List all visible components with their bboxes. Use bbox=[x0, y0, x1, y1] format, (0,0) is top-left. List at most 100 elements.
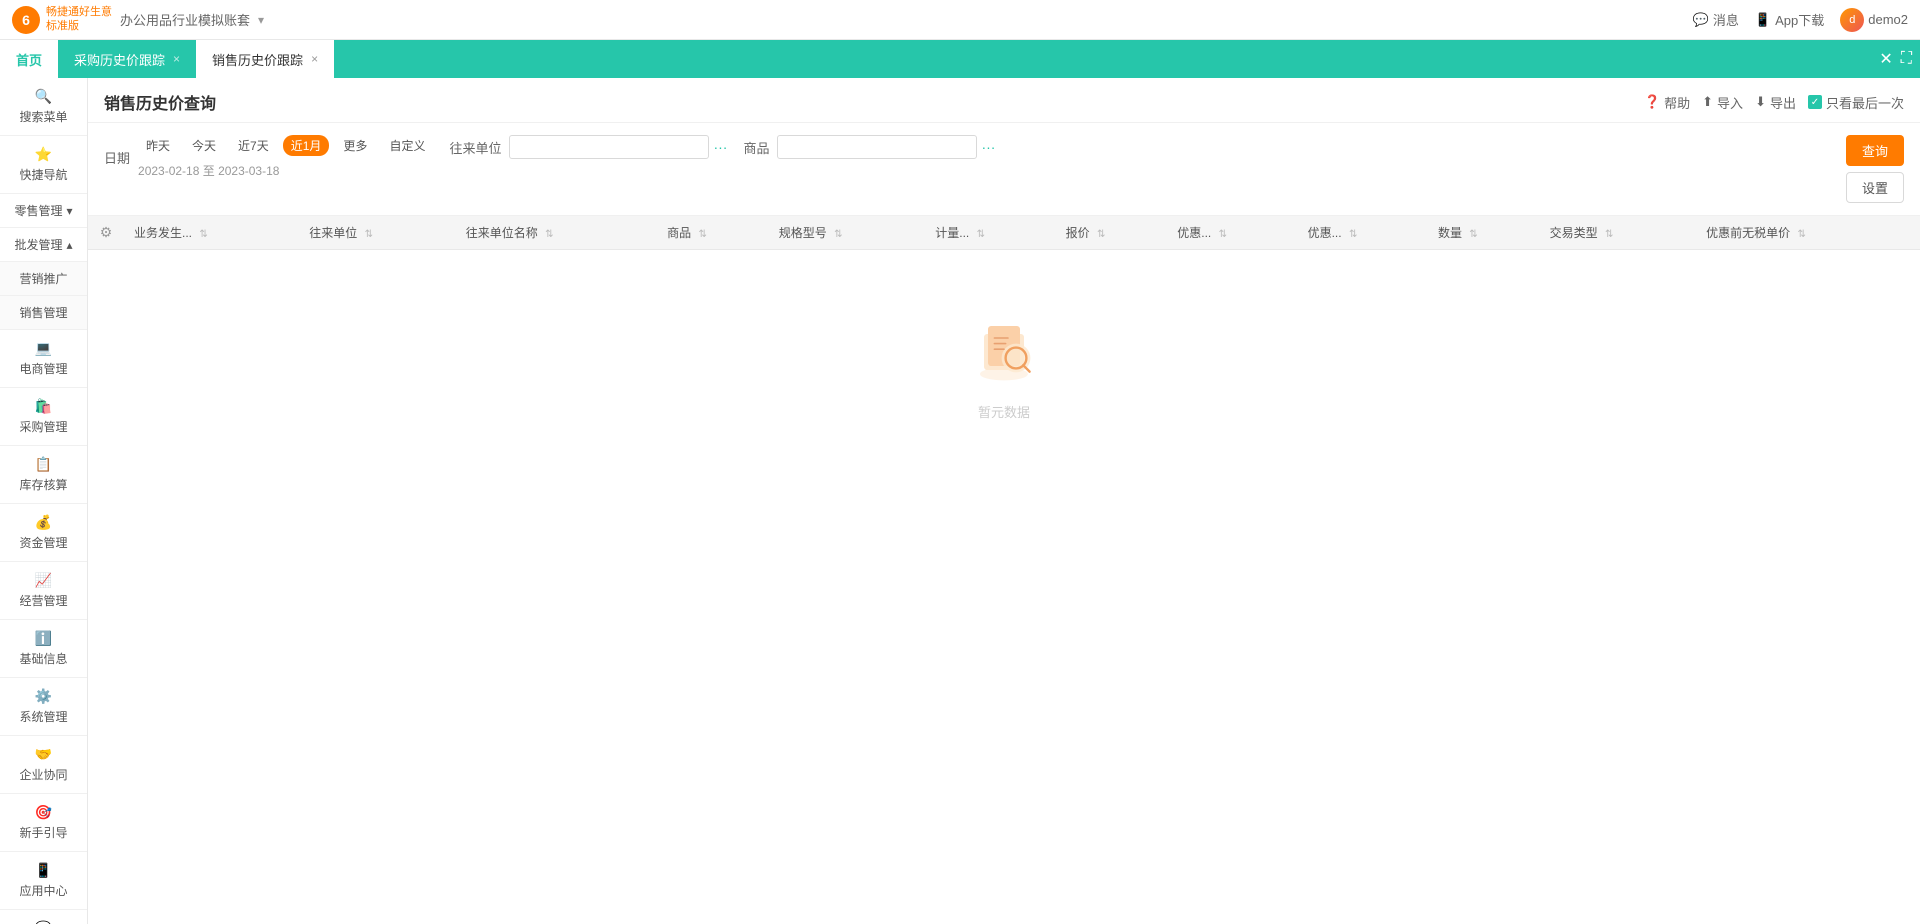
col-spec-label: 规格型号 bbox=[779, 226, 827, 240]
date-option-yesterday[interactable]: 昨天 bbox=[138, 135, 178, 156]
sidebar-item-wholesale[interactable]: 批发管理 ▴ bbox=[0, 228, 87, 262]
topbar-right: 💬 消息 📱 App下载 d demo2 bbox=[1693, 8, 1908, 32]
wholesale-arrow-icon: ▴ bbox=[66, 238, 72, 252]
tab-purchase-close-icon[interactable]: × bbox=[173, 52, 180, 66]
help-label: 帮助 bbox=[1664, 93, 1690, 112]
sidebar-item-app-center[interactable]: 📱 应用中心 bbox=[0, 852, 87, 910]
date-option-today[interactable]: 今天 bbox=[184, 135, 224, 156]
col-quote-label: 报价 bbox=[1066, 226, 1090, 240]
logo-text: 畅捷通好生意 标准版 bbox=[46, 6, 112, 32]
app-center-icon: 📱 bbox=[35, 862, 52, 879]
partner-select-icon[interactable]: ··· bbox=[713, 139, 727, 155]
page-content: 销售历史价查询 ❓ 帮助 ⬆ 导入 ⬇ 导出 ✓ bbox=[88, 78, 1920, 924]
sort-icon-partner-name: ⇅ bbox=[545, 229, 553, 240]
sidebar-item-shortcuts[interactable]: ⭐ 快捷导航 bbox=[0, 136, 87, 194]
page-actions: ❓ 帮助 ⬆ 导入 ⬇ 导出 ✓ 只看最后一次 bbox=[1644, 93, 1904, 112]
sidebar: 🔍 搜索菜单 ⭐ 快捷导航 零售管理 ▾ 批发管理 ▴ 营销推广 销售管理 💻 … bbox=[0, 78, 88, 924]
col-qty[interactable]: 数量 ⇅ bbox=[1428, 216, 1540, 250]
topbar-dropdown-icon[interactable]: ▾ bbox=[258, 13, 264, 27]
app-download-button[interactable]: 📱 App下载 bbox=[1755, 10, 1824, 29]
inventory-label: 库存核算 bbox=[19, 476, 67, 493]
tab-home[interactable]: 首页 bbox=[0, 40, 58, 78]
system-label: 系统管理 bbox=[19, 708, 67, 725]
col-unit[interactable]: 计量... ⇅ bbox=[925, 216, 1055, 250]
col-partner-name[interactable]: 往来单位名称 ⇅ bbox=[456, 216, 657, 250]
sidebar-item-retail[interactable]: 零售管理 ▾ bbox=[0, 194, 87, 228]
info-icon: ℹ️ bbox=[35, 630, 52, 647]
purchase-icon: 🛍️ bbox=[35, 398, 52, 415]
page-title: 销售历史价查询 bbox=[104, 90, 216, 114]
sidebar-item-inventory[interactable]: 📋 库存核算 bbox=[0, 446, 87, 504]
sidebar-item-operations[interactable]: 📈 经营管理 bbox=[0, 562, 87, 620]
enterprise-icon: 🤝 bbox=[35, 746, 52, 763]
col-qty-label: 数量 bbox=[1438, 226, 1462, 240]
sidebar-item-ecommerce[interactable]: 💻 电商管理 bbox=[0, 330, 87, 388]
purchase-label: 采购管理 bbox=[19, 418, 67, 435]
col-spec[interactable]: 规格型号 ⇅ bbox=[769, 216, 926, 250]
marketing-label: 营销推广 bbox=[19, 272, 67, 286]
message-button[interactable]: 💬 消息 bbox=[1693, 10, 1739, 29]
goods-label: 商品 bbox=[743, 138, 769, 157]
col-biz-date[interactable]: 业务发生... ⇅ bbox=[124, 216, 299, 250]
close-all-icon[interactable]: ✕ bbox=[1879, 49, 1892, 69]
sidebar-search-label: 搜索菜单 bbox=[19, 108, 67, 125]
topbar: 6 畅捷通好生意 标准版 办公用品行业模拟账套 ▾ 💬 消息 📱 App下载 d… bbox=[0, 0, 1920, 40]
tab-sales-close-icon[interactable]: × bbox=[311, 52, 318, 66]
partner-filter-group: 往来单位 ··· bbox=[449, 135, 727, 159]
settings-button[interactable]: 设置 bbox=[1846, 172, 1904, 203]
user-profile-button[interactable]: d demo2 bbox=[1840, 8, 1908, 32]
sidebar-item-wechat[interactable]: 💬 企业微信 bbox=[0, 910, 87, 924]
goods-select-icon[interactable]: ··· bbox=[981, 139, 995, 155]
col-goods[interactable]: 商品 ⇅ bbox=[657, 216, 769, 250]
tab-sales-history[interactable]: 销售历史价跟踪 × bbox=[196, 40, 334, 78]
import-icon: ⬆ bbox=[1702, 94, 1713, 110]
sidebar-item-purchase[interactable]: 🛍️ 采购管理 bbox=[0, 388, 87, 446]
sidebar-item-system[interactable]: ⚙️ 系统管理 bbox=[0, 678, 87, 736]
logo-icon: 6 bbox=[12, 6, 40, 34]
col-partner-code[interactable]: 往来单位 ⇅ bbox=[299, 216, 456, 250]
sidebar-item-marketing[interactable]: 营销推广 bbox=[0, 262, 87, 296]
empty-state-icon bbox=[964, 310, 1044, 390]
ecommerce-icon: 💻 bbox=[35, 340, 52, 357]
operations-icon: 📈 bbox=[35, 572, 52, 589]
export-label: 导出 bbox=[1770, 93, 1796, 112]
date-label: 日期 bbox=[104, 148, 130, 167]
content-area: 销售历史价查询 ❓ 帮助 ⬆ 导入 ⬇ 导出 ✓ bbox=[88, 78, 1920, 924]
sort-icon-trade-type: ⇅ bbox=[1605, 229, 1613, 240]
sidebar-item-search[interactable]: 🔍 搜索菜单 bbox=[0, 78, 87, 136]
col-discount2[interactable]: 优惠... ⇅ bbox=[1298, 216, 1428, 250]
goods-filter-group: 商品 ··· bbox=[743, 135, 995, 159]
export-button[interactable]: ⬇ 导出 bbox=[1755, 93, 1796, 112]
date-option-7days[interactable]: 近7天 bbox=[230, 135, 277, 156]
import-button[interactable]: ⬆ 导入 bbox=[1702, 93, 1743, 112]
sidebar-item-basic-info[interactable]: ℹ️ 基础信息 bbox=[0, 620, 87, 678]
help-button[interactable]: ❓ 帮助 bbox=[1644, 93, 1690, 112]
col-partner-code-label: 往来单位 bbox=[309, 226, 357, 240]
partner-input[interactable] bbox=[509, 135, 709, 159]
guide-label: 新手引导 bbox=[19, 824, 67, 841]
col-pre-tax-price[interactable]: 优惠前无税单价 ⇅ bbox=[1696, 216, 1920, 250]
only-last-checkbox[interactable]: ✓ 只看最后一次 bbox=[1808, 93, 1904, 112]
col-discount1[interactable]: 优惠... ⇅ bbox=[1167, 216, 1297, 250]
col-biz-date-label: 业务发生... bbox=[134, 226, 192, 240]
sidebar-item-finance[interactable]: 💰 资金管理 bbox=[0, 504, 87, 562]
date-option-more[interactable]: 更多 bbox=[335, 135, 375, 156]
col-settings[interactable]: ⚙ bbox=[88, 216, 124, 250]
table-container: ⚙ 业务发生... ⇅ 往来单位 ⇅ 往来单位名称 bbox=[88, 216, 1920, 924]
col-trade-type[interactable]: 交易类型 ⇅ bbox=[1540, 216, 1697, 250]
avatar: d bbox=[1840, 8, 1864, 32]
fullscreen-icon[interactable]: ⛶ bbox=[1901, 50, 1912, 68]
sidebar-item-guide[interactable]: 🎯 新手引导 bbox=[0, 794, 87, 852]
col-quote[interactable]: 报价 ⇅ bbox=[1056, 216, 1168, 250]
filter-bar: 日期 昨天 今天 近7天 近1月 更多 自定义 2023-02-18 至 202… bbox=[88, 123, 1920, 216]
col-goods-label: 商品 bbox=[667, 226, 691, 240]
tab-purchase-history[interactable]: 采购历史价跟踪 × bbox=[58, 40, 196, 78]
wechat-icon: 💬 bbox=[35, 920, 52, 924]
sidebar-item-sales-mgmt[interactable]: 销售管理 bbox=[0, 296, 87, 330]
date-option-custom[interactable]: 自定义 bbox=[381, 135, 433, 156]
query-button[interactable]: 查询 bbox=[1846, 135, 1904, 166]
settings-col-icon[interactable]: ⚙ bbox=[100, 224, 113, 240]
goods-input[interactable] bbox=[777, 135, 977, 159]
sidebar-item-enterprise[interactable]: 🤝 企业协同 bbox=[0, 736, 87, 794]
date-option-1month[interactable]: 近1月 bbox=[283, 135, 330, 156]
